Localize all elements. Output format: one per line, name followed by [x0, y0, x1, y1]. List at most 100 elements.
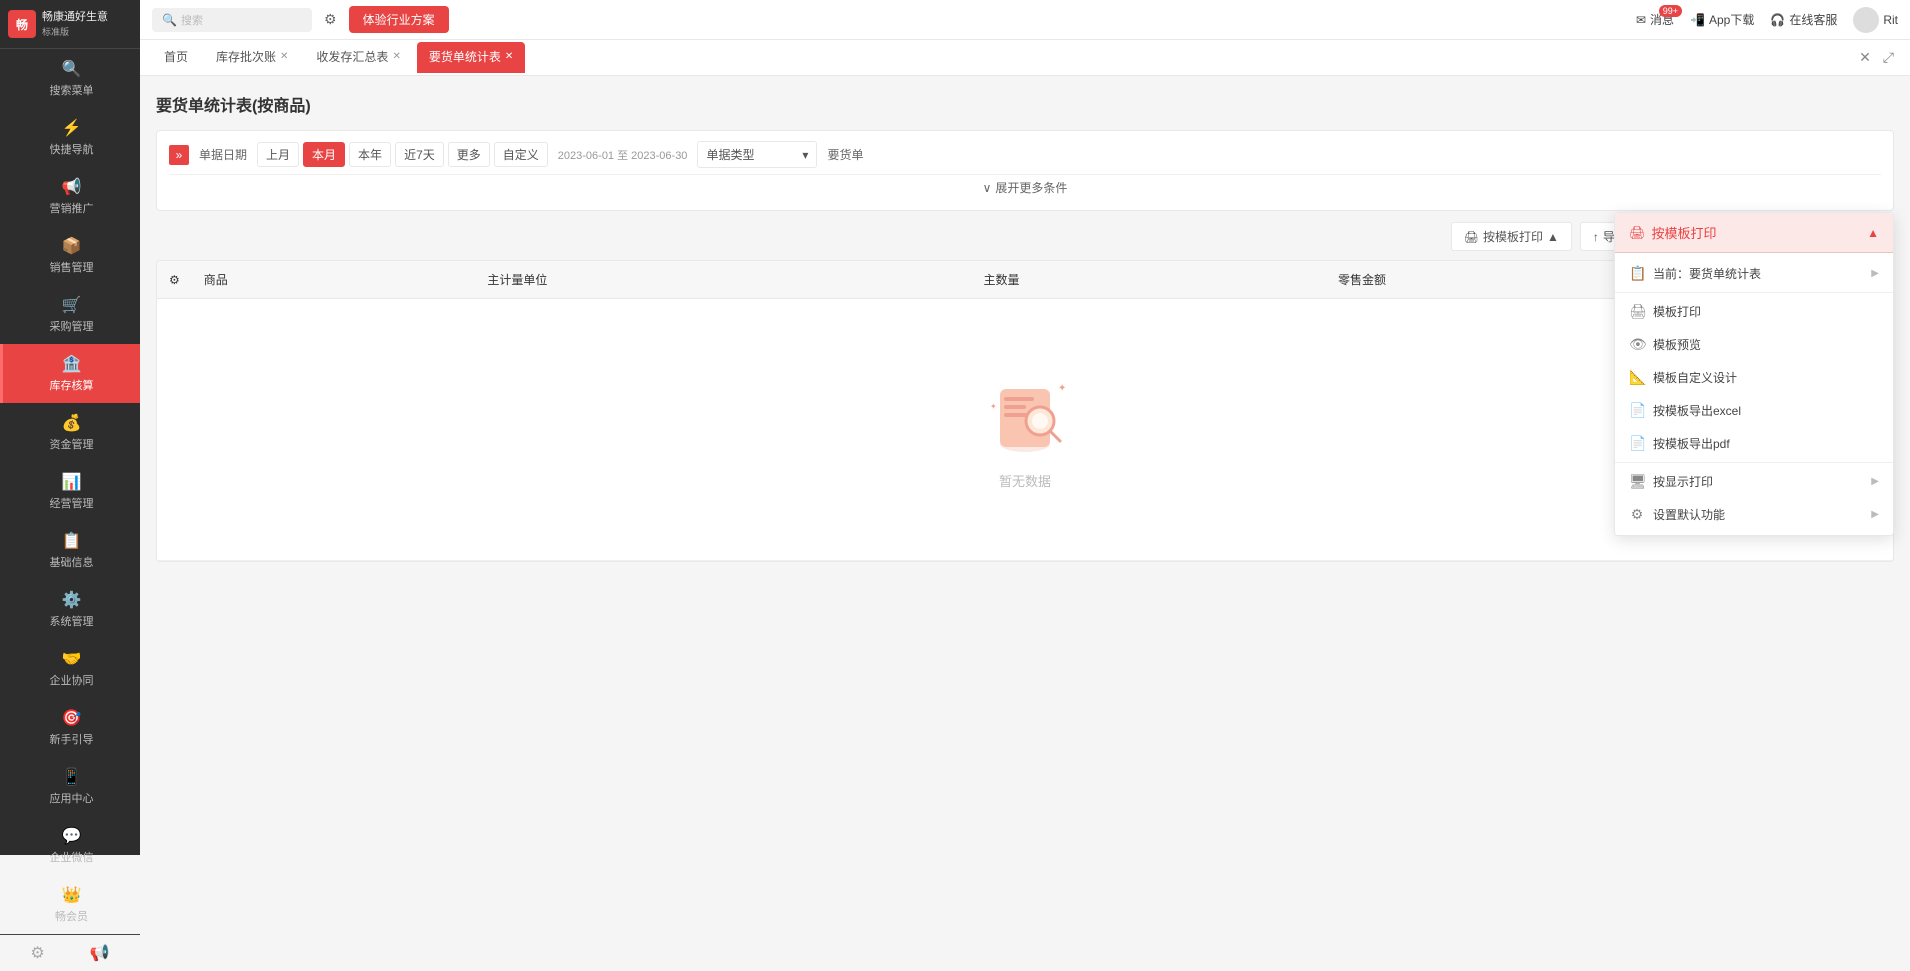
sidebar-item-finance[interactable]: 💰 资金管理: [0, 403, 140, 462]
sidebar-item-label: 畅会员: [55, 908, 88, 924]
app-download-btn[interactable]: 📲 App下载: [1690, 11, 1754, 28]
vip-icon: 👑: [62, 885, 82, 905]
date-btn-7days[interactable]: 近7天: [395, 142, 444, 167]
sidebar-item-system[interactable]: ⚙️ 系统管理: [0, 580, 140, 639]
sidebar-item-basic[interactable]: 📋 基础信息: [0, 521, 140, 580]
date-btn-this-year[interactable]: 本年: [349, 142, 391, 167]
sidebar-item-label: 营销推广: [50, 200, 94, 216]
dropdown-header: 🖨 按模板打印 ▲: [1615, 213, 1893, 253]
dropdown-item-export-pdf[interactable]: 📄 按模板导出pdf: [1615, 427, 1893, 460]
sidebar-item-quicknav[interactable]: ⚡ 快捷导航: [0, 108, 140, 167]
appstore-icon: 📱: [62, 767, 82, 787]
table-header-quantity: 主数量: [972, 261, 1326, 299]
messages-badge: 99+: [1659, 5, 1682, 17]
divider: [1615, 292, 1893, 293]
search-icon: 🔍: [162, 13, 177, 27]
date-range-text: 2023-06-01 至 2023-06-30: [558, 147, 688, 163]
dropdown-item-template-preview[interactable]: 👁 模板预览: [1615, 328, 1893, 361]
dropdown-body: 📋 当前：要货单统计表 ▶ 🖨 模板打印 👁 模板预览 📐 模板自定义设计: [1615, 253, 1893, 535]
dropdown-item-export-excel[interactable]: 📄 按模板导出excel: [1615, 394, 1893, 427]
date-btn-custom[interactable]: 自定义: [494, 142, 548, 167]
date-btn-more[interactable]: 更多: [448, 142, 490, 167]
date-options: 上月 本月 本年 近7天 更多 自定义: [257, 142, 548, 167]
user-name: Rit: [1883, 13, 1898, 27]
sidebar-item-enterprise[interactable]: 🤝 企业协同: [0, 639, 140, 698]
finance-icon: 💰: [62, 413, 82, 433]
dropdown-item-display-print[interactable]: 🖥 按显示打印 ▶: [1615, 465, 1893, 498]
type-filter-label: 单据类型: [706, 146, 754, 163]
tab-expand-btn[interactable]: ⤢: [1879, 47, 1898, 68]
sidebar-item-vip[interactable]: 👑 畅会员: [0, 875, 140, 934]
sidebar-item-label: 经营管理: [50, 495, 94, 511]
dropdown-item-template-print[interactable]: 🖨 模板打印: [1615, 295, 1893, 328]
date-btn-this-month[interactable]: 本月: [303, 142, 345, 167]
sidebar-item-marketing[interactable]: 📢 营销推广: [0, 167, 140, 226]
table-header-goods: 商品: [192, 261, 476, 299]
tab-label: 库存批次账: [216, 48, 276, 65]
design-icon: 📐: [1629, 369, 1645, 386]
date-btn-last-month[interactable]: 上月: [257, 142, 299, 167]
tab-home[interactable]: 首页: [152, 42, 200, 73]
sidebar-item-newbie[interactable]: 🎯 新手引导: [0, 698, 140, 757]
settings-bottom-icon[interactable]: ⚙: [30, 943, 44, 963]
inventory-icon: 🏦: [62, 354, 82, 374]
sidebar-item-label: 企业微信: [50, 849, 94, 865]
print-dropdown: 🖨 按模板打印 ▲ 📋 当前：要货单统计表 ▶ 🖨: [1614, 212, 1894, 536]
date-filter-label: 单据日期: [199, 146, 247, 163]
app-badge: 标准版: [42, 25, 108, 38]
chevron-right-icon: ▶: [1871, 268, 1879, 279]
app-name: 畅康通好生意: [42, 10, 108, 24]
sidebar-item-label: 快捷导航: [50, 141, 94, 157]
dropdown-current-item[interactable]: 📋 当前：要货单统计表 ▶: [1615, 257, 1893, 290]
newbie-icon: 🎯: [62, 708, 82, 728]
trial-btn[interactable]: 体验行业方案: [349, 6, 449, 33]
item-label: 模板自定义设计: [1653, 369, 1737, 386]
item-label: 按模板导出excel: [1653, 402, 1741, 419]
sidebar-item-label: 企业协同: [50, 672, 94, 688]
tab-receipt-summary[interactable]: 收发存汇总表 ✕: [304, 42, 412, 73]
tabbar: 首页 库存批次账 ✕ 收发存汇总表 ✕ 要货单统计表 ✕ ✕ ⤢: [140, 40, 1910, 76]
chevron-down-icon: ▾: [802, 148, 808, 162]
operation-icon: 📊: [62, 472, 82, 492]
sidebar-item-label: 系统管理: [50, 613, 94, 629]
user-avatar[interactable]: Rit: [1853, 7, 1898, 33]
dropdown-item-template-design[interactable]: 📐 模板自定义设计: [1615, 361, 1893, 394]
tab-close-icon[interactable]: ✕: [392, 51, 400, 62]
tab-order-stats[interactable]: 要货单统计表 ✕: [417, 42, 525, 73]
search-icon: 🔍: [62, 59, 82, 79]
messages-btn[interactable]: ✉ 消息 99+: [1636, 11, 1674, 28]
system-icon: ⚙️: [62, 590, 82, 610]
sidebar-item-operation[interactable]: 📊 经营管理: [0, 462, 140, 521]
online-service-btn[interactable]: 🎧 在线客服: [1770, 11, 1837, 28]
quicknav-icon: ⚡: [62, 118, 82, 138]
tab-inventory-batch[interactable]: 库存批次账 ✕: [204, 42, 300, 73]
sidebar-item-appstore[interactable]: 📱 应用中心: [0, 757, 140, 816]
tab-close-icon[interactable]: ✕: [505, 51, 513, 62]
filter-expand-btn[interactable]: »: [169, 145, 189, 165]
topbar-search[interactable]: 🔍 搜索: [152, 8, 312, 32]
print-template-btn[interactable]: 🖨 按模板打印 ▲: [1451, 222, 1572, 251]
dropdown-collapse-btn[interactable]: ▲: [1867, 226, 1879, 240]
content-area: 要货单统计表(按商品) » 单据日期 上月 本月 本年 近7天 更多 自定义 2…: [140, 76, 1910, 855]
expand-more-label: 展开更多条件: [995, 179, 1067, 196]
avatar: [1853, 7, 1879, 33]
tab-close-icon[interactable]: ✕: [280, 51, 288, 62]
sidebar-item-search[interactable]: 🔍 搜索菜单: [0, 49, 140, 108]
chevron-down-icon: ∨: [983, 181, 992, 195]
dropdown-item-set-default[interactable]: ⚙ 设置默认功能 ▶: [1615, 498, 1893, 531]
tab-close-all-btn[interactable]: ✕: [1855, 47, 1875, 68]
divider2: [1615, 462, 1893, 463]
expand-more-btn[interactable]: ∨ 展开更多条件: [169, 174, 1881, 200]
sidebar-item-purchase[interactable]: 🛒 采购管理: [0, 285, 140, 344]
table-settings-header[interactable]: ⚙: [157, 261, 192, 299]
type-filter-select[interactable]: 单据类型 ▾: [697, 141, 817, 168]
main-area: 🔍 搜索 ⚙ 体验行业方案 ✉ 消息 99+ 📲 App下载 🎧 在线客服 Ri…: [140, 0, 1910, 855]
chevron-right-icon: ▶: [1871, 476, 1879, 487]
sidebar-item-wechat[interactable]: 💬 企业微信: [0, 816, 140, 875]
topbar-gear-icon[interactable]: ⚙: [324, 11, 337, 28]
sidebar-item-sales[interactable]: 📦 销售管理: [0, 226, 140, 285]
speaker-bottom-icon[interactable]: 📢: [90, 943, 110, 963]
app-download-label: App下载: [1709, 11, 1754, 28]
sidebar-item-inventory[interactable]: 🏦 库存核算: [0, 344, 140, 403]
table-header-unit: 主计量单位: [475, 261, 971, 299]
